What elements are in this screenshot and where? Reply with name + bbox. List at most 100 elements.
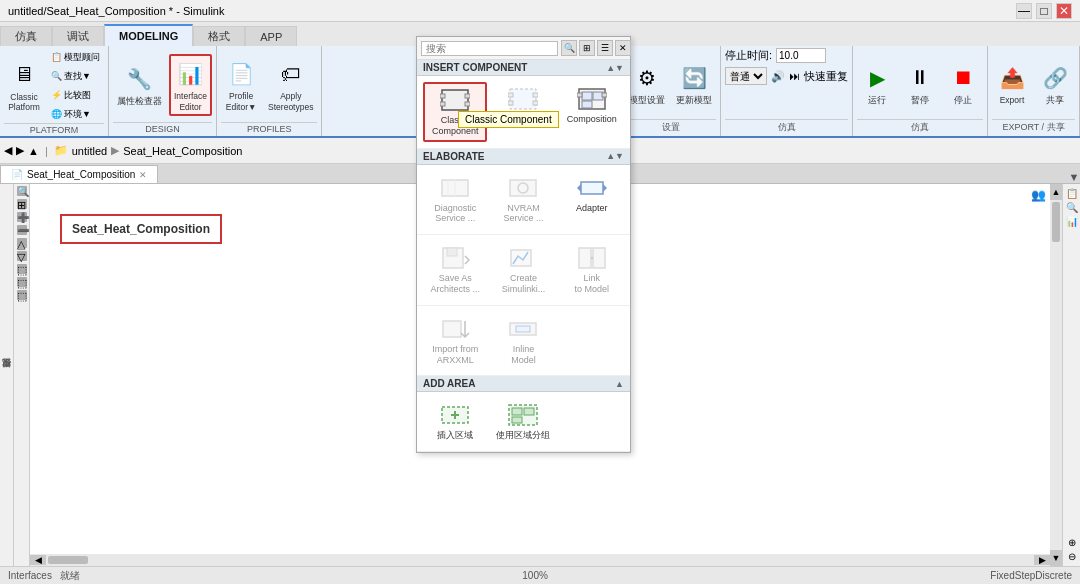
compare-icon: ⚡ [51,90,62,100]
svg-rect-1 [440,94,445,98]
minimize-button[interactable]: — [1016,3,1032,19]
inline-model-item[interactable]: InlineModel [491,312,555,370]
pause-button[interactable]: ⏸ 暂停 [900,59,940,108]
env-button[interactable]: 🌐 环境▼ [47,105,104,123]
sidebar-icon-bottom-1[interactable]: ⊕ [1068,537,1076,548]
nav-back-button[interactable]: ◀ [4,144,12,157]
design-buttons: 🔧 属性检查器 📊 InterfaceEditor [113,48,212,122]
model-settings-button[interactable]: ⚙ 模型设置 [625,59,669,108]
diagnostic-service-item[interactable]: DiagnosticService ... [423,171,487,229]
breadcrumb-item[interactable]: Seat_Heat_Composition [123,145,242,157]
close-button[interactable]: ✕ [1056,3,1072,19]
hscrollbar-thumb[interactable] [48,556,88,564]
import-from-arxxml-item[interactable]: Import fromARXXML [423,312,487,370]
create-simulink-item[interactable]: CreateSimulinki... [491,241,555,299]
model-tab-seat[interactable]: 📄 Seat_Heat_Composition ✕ [0,165,158,183]
share-button[interactable]: 🔗 共享 [1035,59,1075,108]
tab-debug[interactable]: 调试 [52,26,104,46]
run-button[interactable]: ▶ 运行 [857,59,897,108]
scroll-down-btn[interactable]: ▼ [1050,550,1062,566]
sidebar-icon-2[interactable]: 🔍 [1066,202,1078,213]
tab-format[interactable]: 格式 [193,26,245,46]
svg-rect-37 [512,408,522,415]
stop-button[interactable]: ⏹ 停止 [943,59,983,108]
update-model-label: 更新模型 [676,95,712,105]
scroll-right-icon[interactable]: ▼ [1068,171,1080,183]
stop-time-row: 停止时间: [725,48,826,63]
breadcrumb-root[interactable]: untitled [72,145,107,157]
stop-time-input[interactable] [776,48,826,63]
statusbar-left: Interfaces 就绪 [8,569,80,583]
property-inspector-button[interactable]: 🔧 属性检查器 [113,60,166,109]
elaborate-items-1: DiagnosticService ... NVRAMService ... A… [417,165,630,236]
list-view-btn[interactable]: ☰ [597,40,613,56]
insert-area-item[interactable]: 插入区域 [423,398,487,445]
view-minus[interactable]: ➖ [17,225,27,235]
section-arrows[interactable]: ▲▼ [606,63,624,73]
apply-stereotypes-button[interactable]: 🏷 ApplyStereotypes [264,55,317,114]
zoom-level: 100% [522,570,548,581]
svg-rect-5 [510,89,536,109]
simulation-mode-select[interactable]: 普通 [725,67,767,85]
interfaces-label[interactable]: Interfaces [8,570,52,581]
view-box1[interactable]: ⬚ [17,264,27,274]
profile-editor-button[interactable]: 📄 ProfileEditor▼ [221,55,261,114]
search-btn[interactable]: 🔍 [561,40,577,56]
canvas-scrollbar-h[interactable]: ◀ ▶ [30,554,1050,566]
add-area-arrows[interactable]: ▲ [615,379,624,389]
sidebar-icon-bottom-2[interactable]: ⊖ [1068,551,1076,562]
canvas-scrollbar-v[interactable]: ▲ ▼ [1050,184,1062,566]
view-grid[interactable]: ⊞ [17,199,27,209]
view-up[interactable]: △ [17,238,27,248]
insert-search-input[interactable] [421,41,558,56]
scrollbar-thumb[interactable] [1052,202,1060,242]
scroll-left-btn[interactable]: ◀ [30,555,46,565]
connections-icon[interactable]: 👥 [1031,188,1046,202]
tab-modeling[interactable]: MODELING [104,24,193,46]
apply-stereotypes-label: ApplyStereotypes [268,91,313,111]
svg-rect-0 [442,90,468,110]
elaborate-arrows[interactable]: ▲▼ [606,151,624,161]
grid-view-btn[interactable]: ⊞ [579,40,595,56]
link-to-model-item[interactable]: Linkto Model [560,241,624,299]
update-model-button[interactable]: 🔄 更新模型 [672,59,716,108]
composition-item[interactable]: Composition [560,82,624,142]
link-to-model-icon [577,245,607,271]
model-tab-close[interactable]: ✕ [139,170,147,180]
scroll-right-btn[interactable]: ▶ [1034,555,1050,565]
view-add[interactable]: ➕ [17,212,27,222]
find-button[interactable]: 🔍 查找▼ [47,67,104,85]
sidebar-icon-1[interactable]: 📋 [1066,188,1078,199]
sidebar-icon-3[interactable]: 📊 [1066,216,1078,227]
seat-heat-composition-block[interactable]: Seat_Heat_Composition [60,214,222,244]
close-dd-btn[interactable]: ✕ [615,40,631,56]
left-panel: 模型视窗 [0,184,14,566]
save-as-architects-item[interactable]: Save AsArchitects ... [423,241,487,299]
svg-rect-3 [465,94,470,98]
model-advisor-button[interactable]: 📋 模型顾问 [47,48,104,66]
nav-forward-button[interactable]: ▶ [16,144,24,157]
classic-platform-button[interactable]: 🖥 ClassicPlatform [4,56,44,115]
interface-editor-icon: 📊 [175,58,207,90]
platform-group-label: PLATFORM [4,123,104,135]
view-down[interactable]: ▽ [17,251,27,261]
tab-simulation[interactable]: 仿真 [0,26,52,46]
scroll-up-btn[interactable]: ▲ [1050,184,1062,200]
find-label: 查找▼ [64,70,91,83]
svg-rect-2 [440,102,445,106]
interface-editor-button[interactable]: 📊 InterfaceEditor [169,54,212,115]
export-button[interactable]: 📤 Export [992,59,1032,108]
property-inspector-label: 属性检查器 [117,96,162,106]
view-box3[interactable]: ⬚ [17,290,27,300]
view-zoom-in[interactable]: 🔍 [17,186,27,196]
tab-app[interactable]: APP [245,26,297,46]
maximize-button[interactable]: □ [1036,3,1052,19]
nvram-service-item[interactable]: NVRAMService ... [491,171,555,229]
view-panel: 🔍 ⊞ ➕ ➖ △ ▽ ⬚ ⬚ ⬚ [14,184,30,566]
title-bar: untitled/Seat_Heat_Composition * - Simul… [0,0,1080,22]
compare-button[interactable]: ⚡ 比较图 [47,86,104,104]
use-area-group-item[interactable]: 使用区域分组 [491,398,555,445]
nav-up-button[interactable]: ▲ [28,145,39,157]
view-box2[interactable]: ⬚ [17,277,27,287]
adapter-item[interactable]: Adapter [560,171,624,229]
